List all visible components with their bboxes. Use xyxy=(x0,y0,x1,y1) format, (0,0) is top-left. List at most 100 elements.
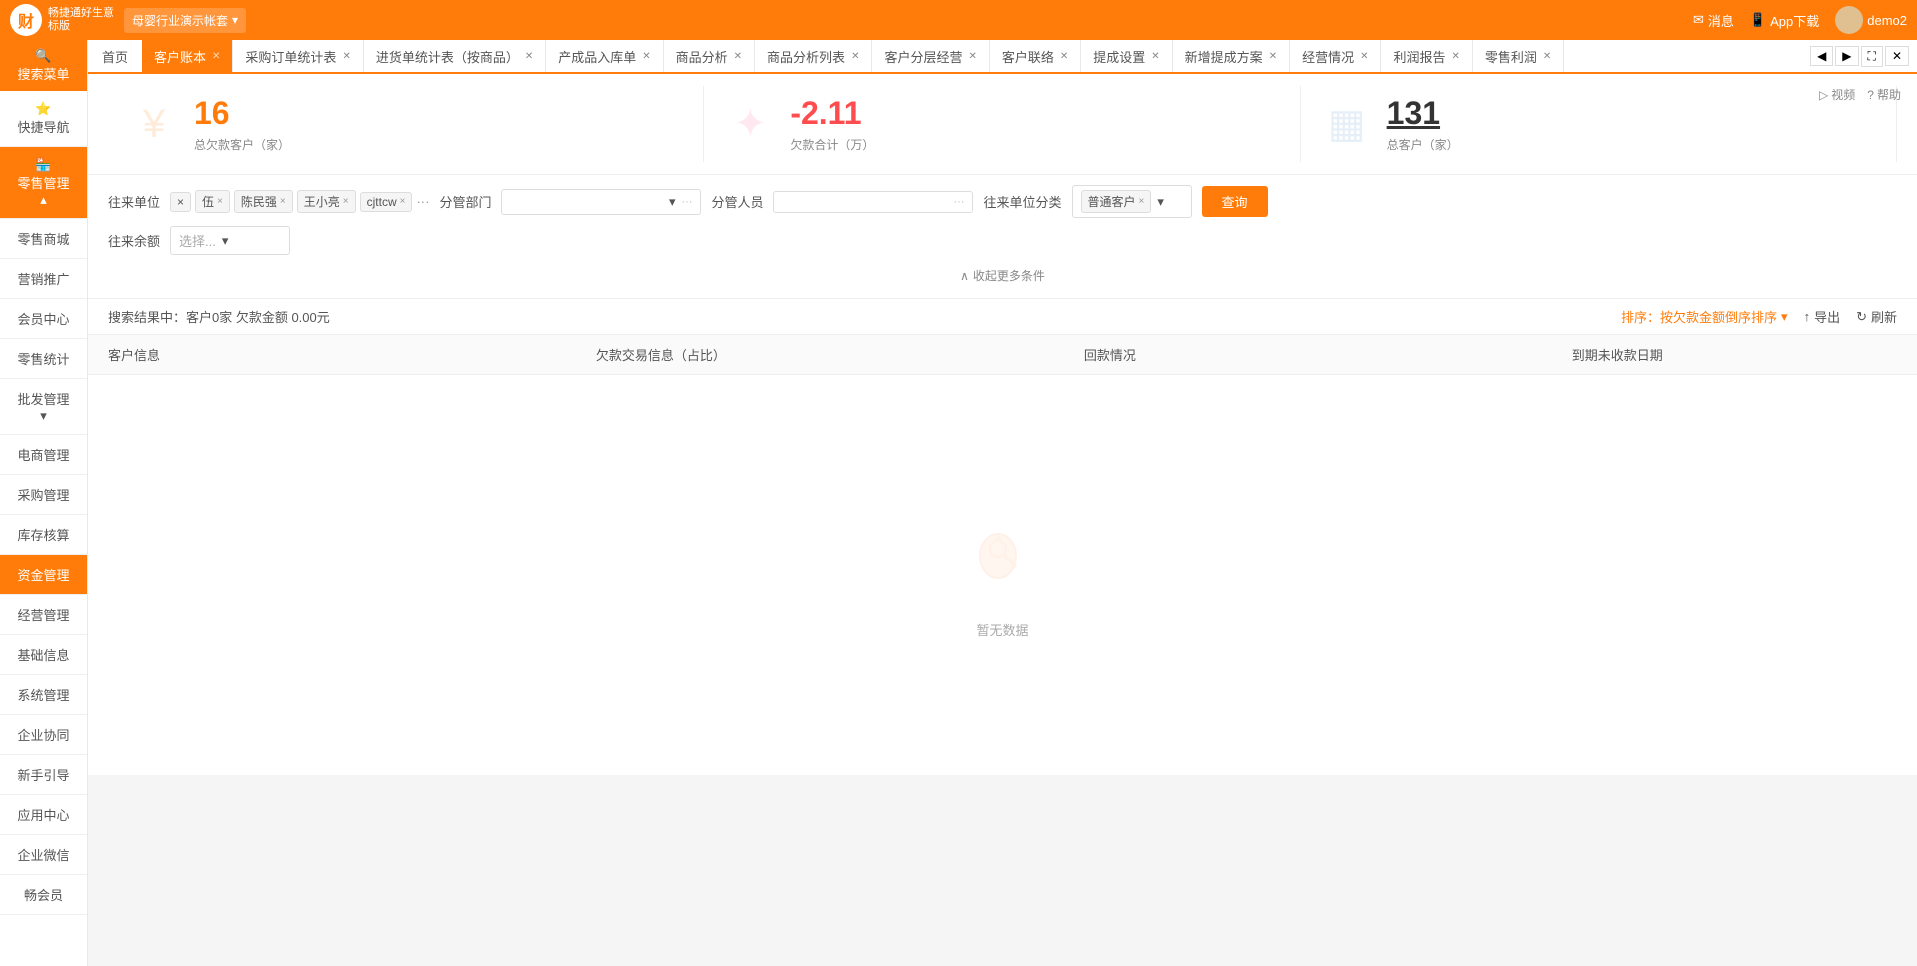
tab-close-icon[interactable]: ✕ xyxy=(734,51,742,62)
sidebar-item-wholesale[interactable]: 批发管理 ▾ xyxy=(0,379,87,435)
chevron-icon: ▴ xyxy=(40,192,47,207)
tab-close-icon[interactable]: ✕ xyxy=(1151,51,1159,62)
tab-retail-profit[interactable]: 零售利润 ✕ xyxy=(1473,40,1564,73)
filter-tag-wu[interactable]: 伍 × xyxy=(195,190,230,213)
tab-finished-goods[interactable]: 产成品入库单 ✕ xyxy=(546,40,663,73)
play-icon: ▷ xyxy=(1819,88,1828,102)
query-button[interactable]: 查询 xyxy=(1202,186,1268,217)
tab-close-icon[interactable]: ✕ xyxy=(1060,51,1068,62)
tag-close-normal-icon[interactable]: × xyxy=(1139,196,1145,207)
tab-close-icon[interactable]: ✕ xyxy=(212,51,220,62)
filter-tag-chen[interactable]: 陈民强 × xyxy=(234,190,293,213)
app-container: 财 畅捷通好生意 标版 母婴行业演示帐套 ▾ ✉ 消息 📱 App下载 demo… xyxy=(0,0,1917,966)
filter-tag-wang[interactable]: 王小亮 × xyxy=(297,190,356,213)
sidebar-item-marketing[interactable]: 营销推广 xyxy=(0,259,87,299)
tab-close-icon[interactable]: ✕ xyxy=(1543,51,1551,62)
sidebar-item-retail-mgmt[interactable]: 🏪 零售管理 ▴ xyxy=(0,147,87,219)
tag-close-icon[interactable]: × xyxy=(217,196,223,207)
sidebar-search[interactable]: 🔍 搜索菜单 xyxy=(0,40,87,91)
col-debt-info: 欠款交易信息（占比） xyxy=(596,345,1084,364)
app-download-btn[interactable]: 📱 App下载 xyxy=(1750,11,1819,30)
sidebar-item-basic-info[interactable]: 基础信息 xyxy=(0,635,87,675)
sidebar-item-apps[interactable]: 应用中心 xyxy=(0,795,87,835)
category-label: 往来单位分类 xyxy=(983,192,1061,211)
dept-clear-icon[interactable]: ··· xyxy=(681,196,692,208)
tab-close-icon[interactable]: ✕ xyxy=(342,51,350,62)
category-select[interactable]: 普通客户 × ▾ xyxy=(1072,185,1192,218)
filter-more-btn[interactable]: ··· xyxy=(416,194,429,209)
tag-close-icon[interactable]: × xyxy=(400,196,406,207)
app-icon: 📱 xyxy=(1750,12,1766,28)
sidebar-item-inventory[interactable]: 库存核算 xyxy=(0,515,87,555)
person-more-icon[interactable]: ··· xyxy=(953,196,964,208)
sidebar: 🔍 搜索菜单 ⭐ 快捷导航 🏪 零售管理 ▴ 零售商城 营销推广 会员中心 xyxy=(0,40,88,966)
dept-label: 分管部门 xyxy=(439,192,491,211)
tab-inbound-stats-product[interactable]: 进货单统计表（按商品） ✕ xyxy=(364,40,546,73)
sidebar-item-retail-stats[interactable]: 零售统计 xyxy=(0,339,87,379)
collapse-btn[interactable]: ∧ 收起更多条件 xyxy=(108,263,1897,288)
search-result-bar: 搜索结果中：客户0家 欠款金额 0.00元 排序：按欠款金额倒序排序 ▾ ↑ 导… xyxy=(88,299,1917,335)
sidebar-item-quick-nav[interactable]: ⭐ 快捷导航 xyxy=(0,91,87,147)
sidebar-item-newbie[interactable]: 新手引导 xyxy=(0,755,87,795)
total-customers-icon: ▦ xyxy=(1317,94,1377,154)
tab-close-icon[interactable]: ✕ xyxy=(968,51,976,62)
demo-set-dropdown[interactable]: 母婴行业演示帐套 ▾ xyxy=(124,8,246,33)
filter-tag-cjttcw[interactable]: cjttcw × xyxy=(360,192,413,212)
tab-bar: 首页 客户账本 ✕ 采购订单统计表 ✕ 进货单统计表（按商品） ✕ 产成品入库单… xyxy=(88,40,1917,74)
tab-prev-btn[interactable]: ◀ xyxy=(1810,46,1833,66)
refresh-icon: ↻ xyxy=(1856,309,1867,325)
total-customers-label: 总客户（家） xyxy=(1387,136,1459,153)
tab-purchase-order-stats[interactable]: 采购订单统计表 ✕ xyxy=(233,40,363,73)
top-right-links: ▷ 视频 ? 帮助 xyxy=(1819,86,1901,103)
tab-close-icon[interactable]: ✕ xyxy=(525,51,533,62)
tab-new-commission-plan[interactable]: 新增提成方案 ✕ xyxy=(1173,40,1290,73)
tab-customer-layering[interactable]: 客户分层经营 ✕ xyxy=(872,40,989,73)
tab-maximize-btn[interactable]: ⛶ xyxy=(1861,46,1883,67)
tab-customer-ledger[interactable]: 客户账本 ✕ xyxy=(142,40,233,73)
message-btn[interactable]: ✉ 消息 xyxy=(1693,11,1734,30)
tab-customer-contact[interactable]: 客户联络 ✕ xyxy=(990,40,1081,73)
tab-close-icon[interactable]: ✕ xyxy=(1360,51,1368,62)
sidebar-item-wechat[interactable]: 企业微信 xyxy=(0,835,87,875)
sidebar-item-member[interactable]: 会员中心 xyxy=(0,299,87,339)
sidebar-item-retail-mall[interactable]: 零售商城 xyxy=(0,219,87,259)
help-link[interactable]: ? 帮助 xyxy=(1867,86,1901,103)
tab-close-icon[interactable]: ✕ xyxy=(1452,51,1460,62)
top-bar-right: ✉ 消息 📱 App下载 demo2 xyxy=(1693,6,1907,34)
tab-close-all-btn[interactable]: ✕ xyxy=(1885,46,1909,66)
export-button[interactable]: ↑ 导出 xyxy=(1804,307,1841,326)
sidebar-item-enterprise[interactable]: 企业协同 xyxy=(0,715,87,755)
table-container: 客户信息 欠款交易信息（占比） 回款情况 到期未收款日期 xyxy=(88,335,1917,775)
search-icon: 🔍 xyxy=(35,48,51,63)
tab-profit-report[interactable]: 利润报告 ✕ xyxy=(1381,40,1472,73)
tab-product-analysis[interactable]: 商品分析 ✕ xyxy=(664,40,755,73)
dept-select[interactable]: ▾ ··· xyxy=(501,189,701,215)
video-link[interactable]: ▷ 视频 xyxy=(1819,86,1855,103)
sidebar-item-system[interactable]: 系统管理 xyxy=(0,675,87,715)
sidebar-item-operations[interactable]: 经营管理 xyxy=(0,595,87,635)
table-body: 暂无数据 xyxy=(88,375,1917,775)
tab-operations[interactable]: 经营情况 ✕ xyxy=(1290,40,1381,73)
tab-close-icon[interactable]: ✕ xyxy=(1269,51,1277,62)
sidebar-item-member2[interactable]: 畅会员 xyxy=(0,875,87,915)
tab-close-icon[interactable]: ✕ xyxy=(851,51,859,62)
tab-close-icon[interactable]: ✕ xyxy=(642,51,650,62)
sidebar-item-purchase[interactable]: 采购管理 xyxy=(0,475,87,515)
tab-commission-settings[interactable]: 提成设置 ✕ xyxy=(1081,40,1172,73)
user-menu[interactable]: demo2 xyxy=(1835,6,1907,34)
tab-home[interactable]: 首页 xyxy=(88,40,142,73)
tag-close-icon[interactable]: × xyxy=(280,196,286,207)
sidebar-item-finance[interactable]: 资金管理 xyxy=(0,555,87,595)
logo-icon: 财 xyxy=(10,4,42,36)
tab-product-analysis-list[interactable]: 商品分析列表 ✕ xyxy=(755,40,872,73)
debt-customers-icon: ¥ xyxy=(124,94,184,154)
person-select[interactable]: ··· xyxy=(773,191,973,213)
sidebar-item-ecommerce[interactable]: 电商管理 xyxy=(0,435,87,475)
tab-next-btn[interactable]: ▶ xyxy=(1835,46,1858,66)
col-customer-info: 客户信息 xyxy=(108,345,596,364)
balance-select[interactable]: 选择... ▾ xyxy=(170,226,290,255)
sort-button[interactable]: 排序：按欠款金额倒序排序 ▾ xyxy=(1621,307,1788,326)
chevron-down-icon: ▾ xyxy=(1781,309,1788,325)
refresh-button[interactable]: ↻ 刷新 xyxy=(1856,307,1897,326)
tag-close-icon[interactable]: × xyxy=(343,196,349,207)
